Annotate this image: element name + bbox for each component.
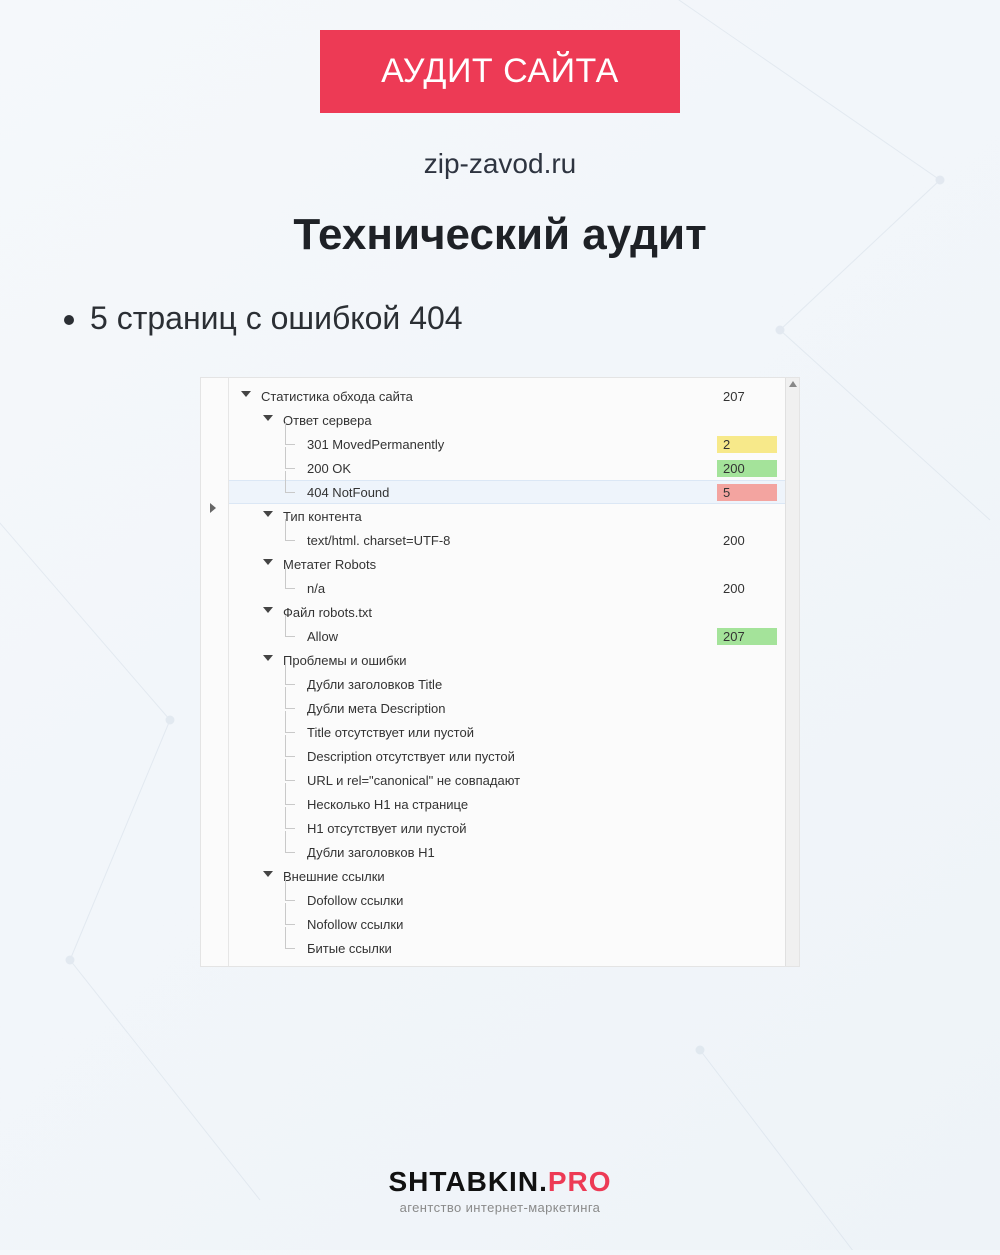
logo-main: SHTABKIN xyxy=(388,1166,539,1197)
tree-label: Дубли мета Description xyxy=(303,701,777,716)
tree-group[interactable]: Проблемы и ошибки xyxy=(229,648,785,672)
tree-connector-icon xyxy=(285,747,299,765)
tree-connector-icon xyxy=(285,459,299,477)
tree-group[interactable]: Файл robots.txt xyxy=(229,600,785,624)
site-domain: zip-zavod.ru xyxy=(0,148,1000,180)
tree-value: 200 xyxy=(717,532,777,549)
logo-tagline: агентство интернет-маркетинга xyxy=(0,1200,1000,1215)
tree-connector-icon xyxy=(285,891,299,909)
tree-group[interactable]: Тип контента xyxy=(229,504,785,528)
logo: SHTABKIN.PRO xyxy=(0,1166,1000,1198)
caret-down-icon[interactable] xyxy=(263,871,273,881)
bullet-list: 5 страниц с ошибкой 404 xyxy=(70,300,1000,337)
tree-label: 404 NotFound xyxy=(303,485,717,500)
tree-connector-icon xyxy=(285,699,299,717)
tree-item[interactable]: 404 NotFound5 xyxy=(229,480,785,504)
stats-tree: Статистика обхода сайта207Ответ сервера3… xyxy=(229,378,785,966)
tree-connector-icon xyxy=(285,483,299,501)
tree-group[interactable]: Внешние ссылки xyxy=(229,864,785,888)
tree-value: 200 xyxy=(717,580,777,597)
slide: АУДИТ САЙТА zip-zavod.ru Технический ауд… xyxy=(0,0,1000,1250)
tree-label: Dofollow ссылки xyxy=(303,893,777,908)
tree-group[interactable]: Ответ сервера xyxy=(229,408,785,432)
tree-connector-icon xyxy=(285,771,299,789)
tree-connector-icon xyxy=(285,915,299,933)
tree-label: Ответ сервера xyxy=(279,413,777,428)
tree-connector-icon xyxy=(285,843,299,861)
tree-connector-icon xyxy=(285,795,299,813)
scroll-up-icon[interactable] xyxy=(789,381,797,387)
tree-label: 301 MovedPermanently xyxy=(303,437,717,452)
tree-label: Файл robots.txt xyxy=(279,605,777,620)
tree-connector-icon xyxy=(285,939,299,957)
tree-item[interactable]: URL и rel="canonical" не совпадают xyxy=(229,768,785,792)
logo-suffix: PRO xyxy=(548,1166,612,1197)
tree-label: Nofollow ссылки xyxy=(303,917,777,932)
tree-connector-icon xyxy=(285,531,299,549)
tree-label: H1 отсутствует или пустой xyxy=(303,821,777,836)
tree-label: Статистика обхода сайта xyxy=(257,389,717,404)
tree-value: 207 xyxy=(717,628,777,645)
caret-down-icon[interactable] xyxy=(263,511,273,521)
tree-label: n/a xyxy=(303,581,717,596)
tree-item[interactable]: Дубли заголовков H1 xyxy=(229,840,785,864)
crawl-stats-panel: Статистика обхода сайта207Ответ сервера3… xyxy=(200,377,800,967)
tree-item[interactable]: Description отсутствует или пустой xyxy=(229,744,785,768)
audit-badge: АУДИТ САЙТА xyxy=(320,30,680,113)
tree-connector-icon xyxy=(285,579,299,597)
tree-connector-icon xyxy=(285,723,299,741)
tree-label: text/html. charset=UTF-8 xyxy=(303,533,717,548)
tree-value: 2 xyxy=(717,436,777,453)
tree-connector-icon xyxy=(285,435,299,453)
tree-item[interactable]: 200 OK200 xyxy=(229,456,785,480)
tree-label: Несколько H1 на странице xyxy=(303,797,777,812)
tree-label: Дубли заголовков H1 xyxy=(303,845,777,860)
tree-label: Title отсутствует или пустой xyxy=(303,725,777,740)
footer: SHTABKIN.PRO агентство интернет-маркетин… xyxy=(0,1166,1000,1215)
tree-value: 200 xyxy=(717,460,777,477)
tree-item[interactable]: Битые ссылки xyxy=(229,936,785,960)
page-title: Технический аудит xyxy=(0,210,1000,260)
expand-indicator-icon[interactable] xyxy=(210,503,216,513)
tree-connector-icon xyxy=(285,819,299,837)
logo-dot: . xyxy=(539,1166,548,1197)
tree-item[interactable]: Dofollow ссылки xyxy=(229,888,785,912)
tree-value: 207 xyxy=(717,388,777,405)
tree-item[interactable]: Несколько H1 на странице xyxy=(229,792,785,816)
tree-item[interactable]: n/a200 xyxy=(229,576,785,600)
panel-left-rail xyxy=(201,378,229,966)
tree-label: Allow xyxy=(303,629,717,644)
tree-item[interactable]: H1 отсутствует или пустой xyxy=(229,816,785,840)
caret-down-icon[interactable] xyxy=(263,559,273,569)
caret-down-icon[interactable] xyxy=(263,415,273,425)
bullet-item: 5 страниц с ошибкой 404 xyxy=(90,300,1000,337)
caret-down-icon[interactable] xyxy=(263,607,273,617)
tree-label: Description отсутствует или пустой xyxy=(303,749,777,764)
tree-label: Внешние ссылки xyxy=(279,869,777,884)
tree-item[interactable]: Title отсутствует или пустой xyxy=(229,720,785,744)
tree-item[interactable]: 301 MovedPermanently2 xyxy=(229,432,785,456)
tree-item[interactable]: Дубли заголовков Title xyxy=(229,672,785,696)
tree-item[interactable]: Allow207 xyxy=(229,624,785,648)
tree-label: Метатег Robots xyxy=(279,557,777,572)
scrollbar[interactable] xyxy=(785,378,799,966)
tree-connector-icon xyxy=(285,675,299,693)
tree-label: Проблемы и ошибки xyxy=(279,653,777,668)
tree-label: Дубли заголовков Title xyxy=(303,677,777,692)
tree-item[interactable]: Nofollow ссылки xyxy=(229,912,785,936)
caret-down-icon[interactable] xyxy=(241,391,251,401)
tree-value: 5 xyxy=(717,484,777,501)
tree-label: Битые ссылки xyxy=(303,941,777,956)
tree-item[interactable]: Дубли мета Description xyxy=(229,696,785,720)
tree-item[interactable]: text/html. charset=UTF-8200 xyxy=(229,528,785,552)
tree-root[interactable]: Статистика обхода сайта207 xyxy=(229,384,785,408)
tree-connector-icon xyxy=(285,627,299,645)
caret-down-icon[interactable] xyxy=(263,655,273,665)
tree-label: Тип контента xyxy=(279,509,777,524)
tree-group[interactable]: Метатег Robots xyxy=(229,552,785,576)
tree-label: 200 OK xyxy=(303,461,717,476)
tree-label: URL и rel="canonical" не совпадают xyxy=(303,773,777,788)
